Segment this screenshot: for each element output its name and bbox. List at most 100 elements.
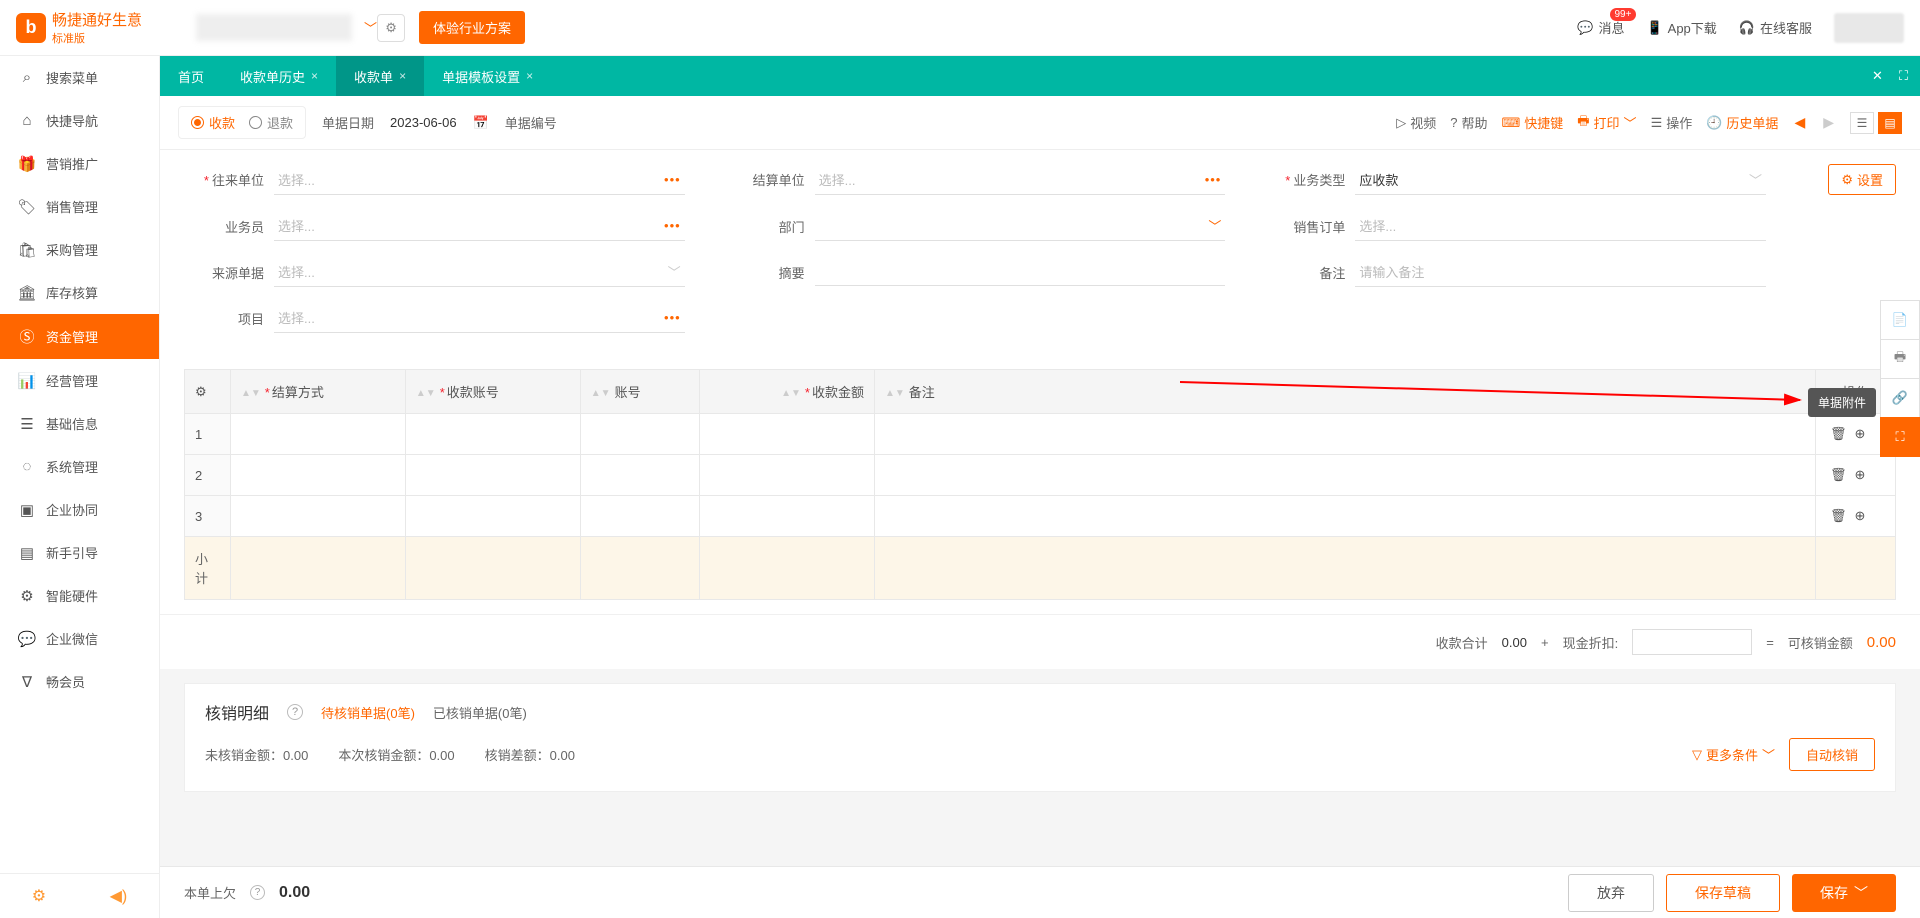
source-input[interactable]: 选择...﹀ (274, 257, 685, 287)
salesman-input[interactable]: 选择...••• (274, 211, 685, 241)
bag-icon: 🛍 (18, 241, 36, 259)
operate-button[interactable]: ☰操作 (1651, 113, 1693, 132)
sidebar-item-finance[interactable]: Ⓢ资金管理 (0, 314, 159, 359)
sidebar-item-sales[interactable]: 🏷销售管理 (0, 185, 159, 228)
calendar-icon[interactable]: 📅 (473, 115, 489, 131)
col-settle-method[interactable]: ▲▼*结算方式 (231, 370, 406, 414)
history-button[interactable]: 🕘历史单据 (1706, 113, 1778, 132)
view-form-button[interactable]: ▤ (1878, 112, 1902, 134)
close-all-icon[interactable]: ✕ (1868, 64, 1887, 88)
tab-template[interactable]: 单据模板设置× (424, 56, 551, 96)
partner-input[interactable]: 选择...••• (274, 165, 685, 195)
settleunit-input[interactable]: 选择...••• (815, 165, 1226, 195)
project-input[interactable]: 选择...••• (274, 303, 685, 333)
col-amount[interactable]: ▲▼*收款金额 (700, 370, 875, 414)
sidebar-item-purchase[interactable]: 🛍采购管理 (0, 228, 159, 271)
collapse-icon[interactable]: ◀) (110, 886, 128, 906)
online-service-button[interactable]: 🎧 在线客服 (1739, 18, 1812, 37)
cash-discount-input[interactable] (1632, 629, 1752, 655)
sidebar-item-quicknav[interactable]: ⌂快捷导航 (0, 99, 159, 142)
sidebar-item-inventory[interactable]: 🏛库存核算 (0, 271, 159, 314)
delete-row-icon[interactable]: 🗑 (1830, 426, 1847, 441)
sidebar-item-guide[interactable]: ▤新手引导 (0, 531, 159, 574)
trial-industry-button[interactable]: 体验行业方案 (419, 11, 525, 44)
table-row[interactable]: 2🗑⊕ (185, 455, 1896, 496)
org-selector[interactable]: ﹀ (196, 14, 377, 41)
sidebar-item-label: 系统管理 (46, 457, 98, 476)
prev-doc-button[interactable]: ◀ (1792, 114, 1807, 131)
table-row[interactable]: 1🗑⊕ (185, 414, 1896, 455)
form-area: *往来单位 选择...••• 结算单位 选择...••• *业务类型 应收款﹀ … (160, 150, 1920, 369)
sort-icon: ▲▼ (781, 390, 801, 397)
tab-receipt[interactable]: 收款单× (336, 56, 424, 96)
sidebar-item-search[interactable]: ⌕搜索菜单 (0, 56, 159, 99)
salesorder-input[interactable]: 选择... (1355, 211, 1766, 241)
sidebar-item-basicinfo[interactable]: ☰基础信息 (0, 402, 159, 445)
more-conditions-button[interactable]: ▽更多条件﹀ (1692, 745, 1775, 764)
tab-home[interactable]: 首页 (160, 56, 222, 96)
dept-input[interactable]: ﹀ (815, 211, 1226, 241)
sidebar-item-system[interactable]: ◌系统管理 (0, 445, 159, 488)
user-avatar[interactable] (1834, 13, 1904, 43)
video-button[interactable]: ▷视频 (1396, 113, 1436, 132)
col-acctno[interactable]: ▲▼账号 (580, 370, 699, 414)
discard-button[interactable]: 放弃 (1568, 874, 1654, 912)
float-attachment-button[interactable]: 🔗 (1880, 378, 1920, 418)
remark-input[interactable]: 请输入备注 (1355, 257, 1766, 287)
save-draft-button[interactable]: 保存草稿 (1666, 874, 1780, 912)
add-row-icon[interactable]: ⊕ (1855, 467, 1866, 482)
close-icon[interactable]: × (311, 69, 318, 83)
help-icon[interactable]: ? (250, 885, 265, 900)
fullscreen-icon[interactable]: ⛶ (1895, 64, 1912, 88)
close-icon[interactable]: × (526, 69, 533, 83)
sidebar-item-operation[interactable]: 📊经营管理 (0, 359, 159, 402)
form-settings-button[interactable]: ⚙设置 (1828, 164, 1896, 195)
table-config-header[interactable]: ⚙ (185, 370, 231, 414)
tab-pending-writeoff[interactable]: 待核销单据(0笔) (321, 703, 415, 722)
auto-writeoff-button[interactable]: 自动核销 (1789, 738, 1875, 771)
help-button[interactable]: ?帮助 (1450, 113, 1487, 132)
save-button[interactable]: 保存﹀ (1792, 874, 1896, 912)
detail-table-wrap: ⚙ ▲▼*结算方式 ▲▼*收款账号 ▲▼账号 ▲▼*收款金额 ▲▼备注 操作 1… (160, 369, 1920, 614)
float-buttons: 📄 🖶 🔗 ⛶ (1880, 300, 1920, 456)
add-row-icon[interactable]: ⊕ (1855, 508, 1866, 523)
view-list-button[interactable]: ☰ (1850, 112, 1874, 134)
col-account[interactable]: ▲▼*收款账号 (405, 370, 580, 414)
add-row-icon[interactable]: ⊕ (1855, 426, 1866, 441)
summary-input[interactable] (815, 258, 1226, 286)
shortcut-button[interactable]: ⌨快捷键 (1501, 113, 1563, 132)
owe-value: 0.00 (279, 884, 310, 902)
table-row[interactable]: 3🗑⊕ (185, 496, 1896, 537)
print-button[interactable]: 🖶打印﹀ (1577, 112, 1636, 134)
app-download-button[interactable]: 📱 App下载 (1646, 18, 1716, 37)
delete-row-icon[interactable]: 🗑 (1830, 508, 1847, 523)
col-remark[interactable]: ▲▼备注 (874, 370, 1815, 414)
float-draft-button[interactable]: 📄 (1880, 300, 1920, 340)
sidebar-item-wechat[interactable]: 💬企业微信 (0, 617, 159, 660)
date-value[interactable]: 2023-06-06 (390, 115, 457, 130)
sidebar-item-label: 销售管理 (46, 197, 98, 216)
settings-gear-button[interactable]: ⚙ (377, 14, 405, 42)
chevron-down-icon: ﹀ (1624, 113, 1637, 132)
shortcut-label: 快捷键 (1524, 113, 1563, 132)
search-icon: ⌕ (18, 69, 36, 86)
next-doc-button[interactable]: ▶ (1821, 114, 1836, 131)
tab-done-writeoff[interactable]: 已核销单据(0笔) (433, 703, 527, 722)
help-icon[interactable]: ? (287, 704, 303, 720)
sidebar-item-collab[interactable]: ▣企业协同 (0, 488, 159, 531)
float-expand-button[interactable]: ⛶ (1880, 417, 1920, 457)
delete-row-icon[interactable]: 🗑 (1830, 467, 1847, 482)
float-print-button[interactable]: 🖶 (1880, 339, 1920, 379)
sidebar-item-label: 智能硬件 (46, 586, 98, 605)
sidebar-footer: ⚙ ◀) (0, 873, 159, 918)
settings-icon[interactable]: ⚙ (32, 886, 46, 906)
radio-refund[interactable]: 退款 (249, 113, 293, 132)
radio-receive[interactable]: 收款 (191, 113, 235, 132)
sidebar-item-member[interactable]: ∇畅会员 (0, 660, 159, 703)
sidebar-item-marketing[interactable]: 🎁营销推广 (0, 142, 159, 185)
tab-receipt-history[interactable]: 收款单历史× (222, 56, 336, 96)
messages-button[interactable]: 💬 消息 99+ (1577, 18, 1624, 37)
sidebar-item-hardware[interactable]: ⚙智能硬件 (0, 574, 159, 617)
close-icon[interactable]: × (399, 69, 406, 83)
biztype-input[interactable]: 应收款﹀ (1355, 165, 1766, 195)
